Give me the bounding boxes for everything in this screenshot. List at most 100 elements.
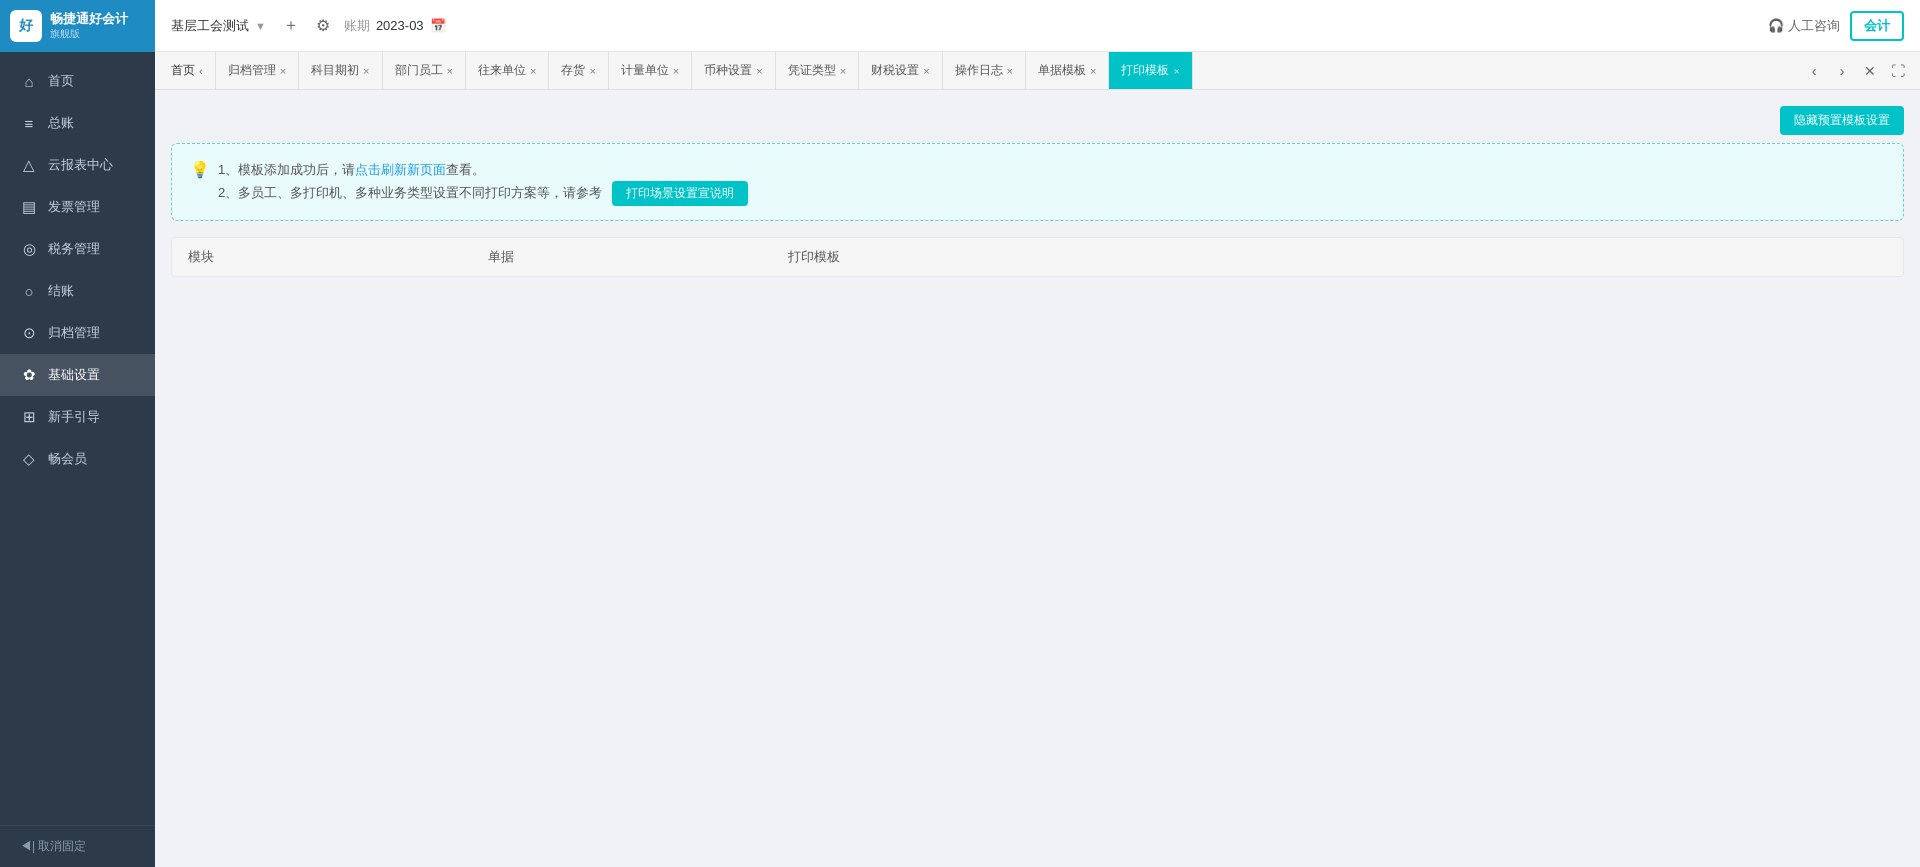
sidebar-label-home: 首页 [48,72,74,90]
tabbar: 首页‹归档管理×科目期初×部门员工×往来单位×存货×计量单位×币种设置×凭证类型… [155,52,1920,90]
sidebar-label-reports: 云报表中心 [48,156,113,174]
tab-label-taxsettings: 财税设置 [871,62,919,79]
tab-archive[interactable]: 归档管理 × [216,52,299,90]
tab-close-archive[interactable]: × [280,65,286,77]
sidebar-nav: ⌂ 首页 ≡ 总账 △ 云报表中心 ▤发票管理◎税务管理 ○ 结账 ⊙ 归档管理 ✿ 基础设置 ⊞ 新手引导… [0,52,155,825]
tab-label-dept: 部门员工 [395,62,443,79]
notice-refresh-link[interactable]: 点击刷新新页面 [355,162,446,177]
sidebar-item-tax[interactable]: ◎税务管理 [0,228,155,270]
close-icon: ○ [20,283,38,300]
tab-close-taxsettings[interactable]: × [923,65,929,77]
sidebar-label-close: 结账 [48,282,74,300]
tab-close-subject[interactable]: × [363,65,369,77]
tab-label-currency: 币种设置 [704,62,752,79]
company-selector[interactable]: 基层工会测试 ▼ [171,17,266,35]
tab-contact[interactable]: 往来单位 × [466,52,549,90]
tab-close-voucher[interactable]: × [840,65,846,77]
sidebar-item-guide[interactable]: ⊞ 新手引导 [0,396,155,438]
tab-label-subject: 科目期初 [311,62,359,79]
home-icon: ⌂ [20,73,38,90]
sidebar-label-settings: 基础设置 [48,366,100,384]
tab-label-unit: 计量单位 [621,62,669,79]
print-scene-btn[interactable]: 打印场景设置宣说明 [612,181,748,206]
tab-unit[interactable]: 计量单位 × [609,52,692,90]
guide-icon: ⊞ [20,408,38,426]
topbar-actions: ＋ ⚙ [278,13,336,39]
sidebar-item-member[interactable]: ◇ 畅会员 [0,438,155,480]
company-name: 基层工会测试 [171,17,249,35]
tab-close-oplog[interactable]: × [1007,65,1013,77]
tab-stock[interactable]: 存货× [549,52,608,90]
sidebar-item-close[interactable]: ○ 结账 [0,270,155,312]
add-tab-button[interactable]: ＋ [278,13,304,39]
sidebar-label-guide: 新手引导 [48,408,100,426]
notice-line1: 1、模板添加成功后，请点击刷新新页面查看。 [218,158,748,181]
tab-close-bill[interactable]: × [1090,65,1096,77]
sidebar-item-ledger[interactable]: ≡ 总账 [0,102,155,144]
sidebar-label-member: 畅会员 [48,450,87,468]
sidebar-label-ledger: 总账 [48,114,74,132]
notice-line1-prefix: 1、模板添加成功后，请 [218,162,355,177]
sidebar-label-archive: 归档管理 [48,324,100,342]
tab-scroll-left[interactable]: ‹ [1800,57,1828,85]
page-top-right: 隐藏预置模板设置 [171,106,1904,135]
sidebar-item-settings[interactable]: ✿ 基础设置 [0,354,155,396]
tab-close-dept[interactable]: × [447,65,453,77]
hide-preview-btn[interactable]: 隐藏预置模板设置 [1780,106,1904,135]
sidebar-footer[interactable]: ◀| 取消固定 [0,825,155,867]
tab-printtemplate[interactable]: 打印模板 × [1109,52,1192,90]
archive-icon: ⊙ [20,324,38,342]
sidebar-item-invoice[interactable]: ▤发票管理 [0,186,155,228]
unpin-label: ◀| 取消固定 [20,838,86,855]
tab-close-currency[interactable]: × [756,65,762,77]
logo-icon: 好 [10,10,42,42]
tab-voucher[interactable]: 凭证类型 × [776,52,859,90]
topbar: 基层工会测试 ▼ ＋ ⚙ 账期 2023-03 📅 🎧 人工咨询 会计 [155,0,1920,52]
service-label: 人工咨询 [1788,17,1840,35]
tab-close-all[interactable]: ✕ [1856,57,1884,85]
tabbar-controls: ‹ › ✕ ⛶ [1800,57,1916,85]
tab-bill[interactable]: 单据模板× [1026,52,1109,90]
tab-label-printtemplate: 打印模板 [1121,62,1169,79]
tab-close-stock[interactable]: × [589,65,595,77]
company-dropdown-icon: ▼ [255,20,266,32]
sidebar-item-reports[interactable]: △ 云报表中心 [0,144,155,186]
topbar-right: 🎧 人工咨询 会计 [1768,11,1904,41]
tab-close-printtemplate[interactable]: × [1173,65,1179,77]
col-header-bill: 单据 [488,248,788,266]
member-icon: ◇ [20,450,38,468]
col-header-module: 模块 [188,248,488,266]
table-header: 模块 单据 打印模板 [171,237,1904,277]
tab-close-contact[interactable]: × [530,65,536,77]
tab-subject[interactable]: 科目期初 × [299,52,382,90]
sidebar: 好 畅捷通好会计 旗舰版 ⌂首页≡总账△云报表中心▤发票管理◎税务管理○结账⊙归… [0,0,155,867]
period-display: 账期 2023-03 📅 [344,17,446,35]
tab-close-unit[interactable]: × [673,65,679,77]
settings-icon-button[interactable]: ⚙ [310,13,336,39]
tab-currency[interactable]: 币种设置 × [692,52,775,90]
period-value: 2023-03 [376,18,424,33]
notice-line2: 2、多员工、多打印机、多种业务类型设置不同打印方案等，请参考 打印场景设置宣说明 [218,181,748,206]
tab-fullscreen[interactable]: ⛶ [1884,57,1912,85]
settings-icon: ✿ [20,366,38,384]
tab-oplog[interactable]: 操作日志 × [943,52,1026,90]
account-button[interactable]: 会计 [1850,11,1904,41]
tax-icon: ◎ [20,240,38,258]
sidebar-item-archive[interactable]: ⊙ 归档管理 [0,312,155,354]
tab-label-home: 首页 [171,62,195,79]
tab-label-oplog: 操作日志 [955,62,1003,79]
tab-scroll-right[interactable]: › [1828,57,1856,85]
sidebar-item-home[interactable]: ⌂ 首页 [0,60,155,102]
ledger-icon: ≡ [20,115,38,132]
tab-label-contact: 往来单位 [478,62,526,79]
service-button[interactable]: 🎧 人工咨询 [1768,17,1840,35]
tab-label-archive: 归档管理 [228,62,276,79]
tab-label-voucher: 凭证类型 [788,62,836,79]
logo-text: 畅捷通好会计 [50,11,128,27]
tab-dept[interactable]: 部门员工 × [383,52,466,90]
period-label: 账期 [344,17,370,35]
tab-nav-home[interactable]: ‹ [199,65,203,77]
tab-taxsettings[interactable]: 财税设置 × [859,52,942,90]
tab-home[interactable]: 首页 ‹ [159,52,216,90]
reports-icon: △ [20,156,38,174]
